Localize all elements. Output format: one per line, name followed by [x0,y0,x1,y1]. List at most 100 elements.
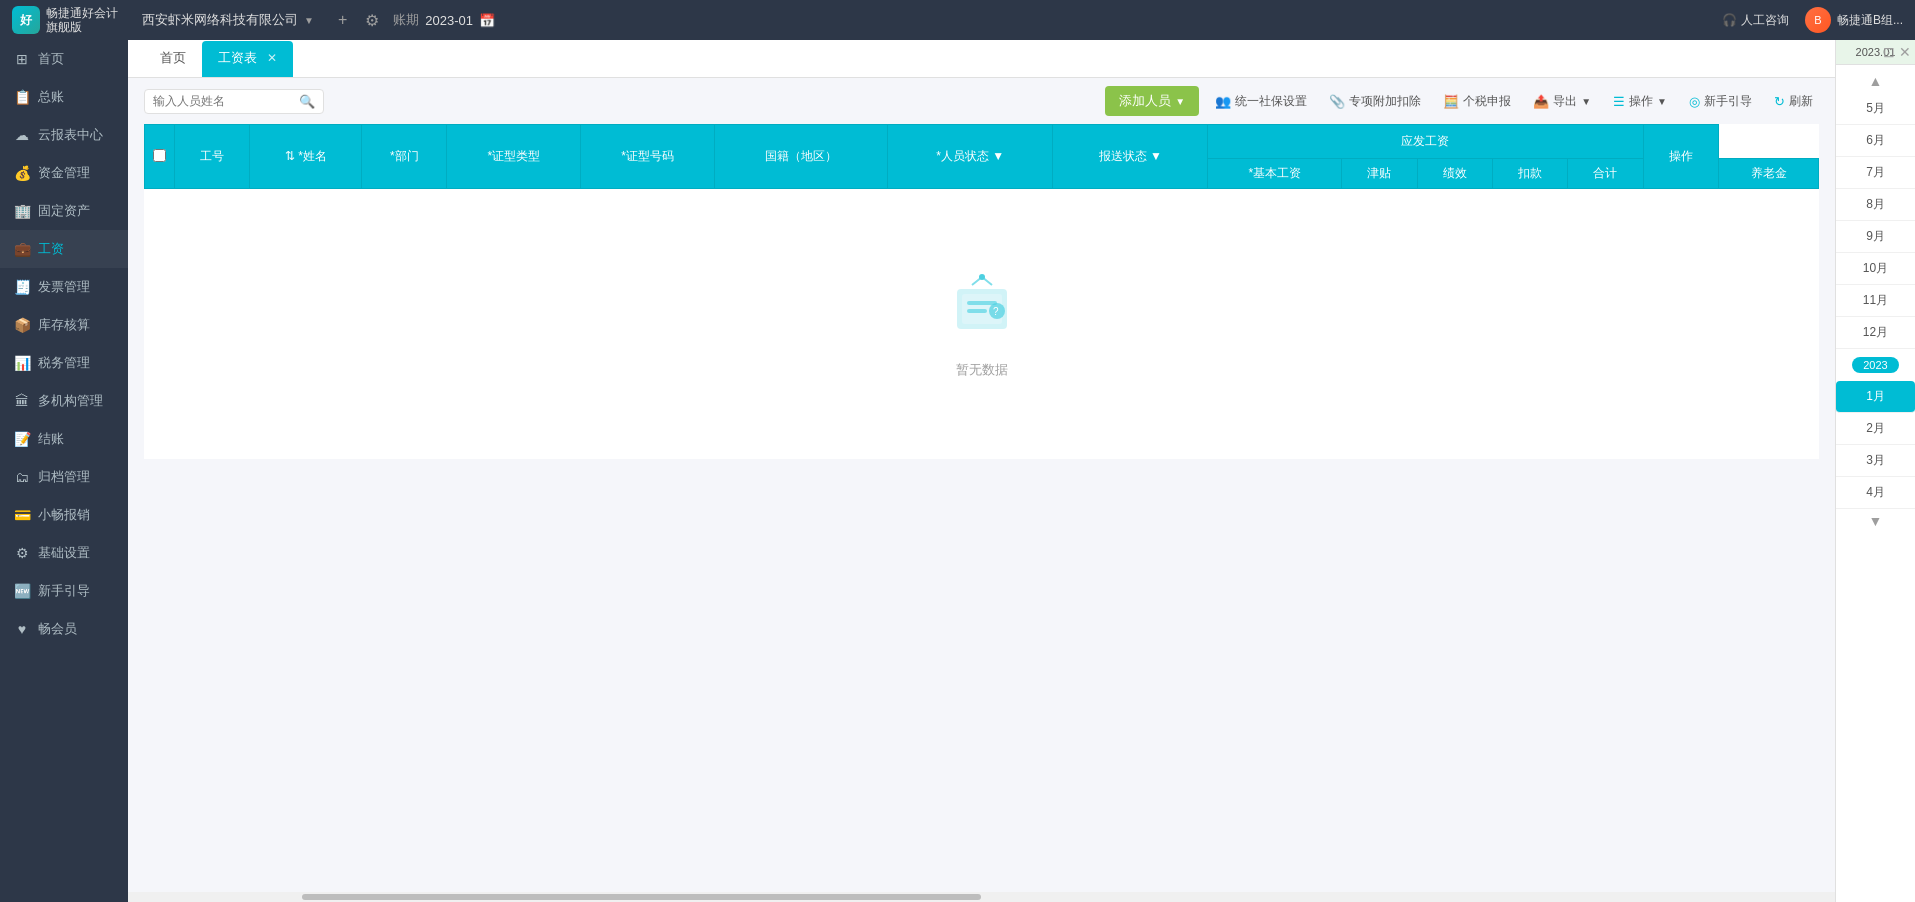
refresh-action[interactable]: ↻ 刷新 [1768,89,1819,114]
year-2023-area: 2023 [1836,349,1915,381]
search-box: 🔍 [144,89,324,114]
sidebar-item-multi-org[interactable]: 🏛多机构管理 [0,382,128,420]
scroll-up-button[interactable]: ▲ [1836,69,1915,93]
toolbar: 🔍 添加人员 ▼ 👥 统一社保设置 📎 专项附加扣除 🧮 个税申报 [128,78,1835,124]
header-action: 操作 [1643,125,1718,189]
sidebar-item-inventory[interactable]: 📦库存核算 [0,306,128,344]
month-item-9[interactable]: 9月 [1836,221,1915,253]
add-person-label: 添加人员 [1119,92,1171,110]
main-layout: ⊞首页📋总账☁云报表中心💰资金管理🏢固定资产💼工资🧾发票管理📦库存核算📊税务管理… [0,40,1915,902]
sidebar-item-expense[interactable]: 💳 小畅报销 [0,496,128,534]
sidebar-item-tax[interactable]: 📊税务管理 [0,344,128,382]
header-performance: 绩效 [1417,159,1492,189]
sidebar-label-guide: 新手引导 [38,582,90,600]
month-item-2023-1[interactable]: 1月 [1836,381,1915,413]
header-checkbox-cell[interactable] [145,125,175,189]
sidebar-item-settings[interactable]: ⚙基础设置 [0,534,128,572]
tab-home[interactable]: 首页 [144,41,202,77]
logo-area: 好 畅捷通好会计 旗舰版 [12,6,132,35]
sidebar-label-funds: 资金管理 [38,164,90,182]
operations-label: 操作 [1629,93,1653,110]
scrollbar-thumb[interactable] [302,894,982,900]
month-item-12[interactable]: 12月 [1836,317,1915,349]
header-deductions: 扣款 [1492,159,1567,189]
nav-icon-settings: ⚙ [14,545,30,561]
personal-tax-icon: 🧮 [1443,94,1459,109]
report-filter-icon[interactable]: ▼ [1150,149,1162,163]
sidebar-label-archive: 归档管理 [38,468,90,486]
horizontal-scrollbar[interactable] [128,892,1835,902]
support-label: 人工咨询 [1741,12,1789,29]
header-dept: *部门 [362,125,447,189]
sidebar-item-guide[interactable]: 🆕新手引导 [0,572,128,610]
month-item-2023-2[interactable]: 2月 [1836,413,1915,445]
tab-close-icon[interactable]: ✕ [267,51,277,65]
operations-action[interactable]: ☰ 操作 ▼ [1607,89,1673,114]
settings-button[interactable]: ⚙ [361,9,383,32]
sidebar: ⊞首页📋总账☁云报表中心💰资金管理🏢固定资产💼工资🧾发票管理📦库存核算📊税务管理… [0,40,128,902]
month-item-11[interactable]: 11月 [1836,285,1915,317]
month-item-6[interactable]: 6月 [1836,125,1915,157]
search-icon[interactable]: 🔍 [299,94,315,109]
month-item-10[interactable]: 10月 [1836,253,1915,285]
sidebar-item-invoice[interactable]: 🧾发票管理 [0,268,128,306]
month-item-5[interactable]: 5月 [1836,93,1915,125]
sidebar-item-member[interactable]: ♥ 畅会员 [0,610,128,648]
right-panel-close-button[interactable]: ✕ [1899,44,1911,60]
status-filter-icon[interactable]: ▼ [992,149,1004,163]
sidebar-item-ledger[interactable]: 📋总账 [0,78,128,116]
scroll-down-button[interactable]: ▼ [1836,509,1915,533]
toolbar-right: 添加人员 ▼ 👥 统一社保设置 📎 专项附加扣除 🧮 个税申报 📤 [1105,86,1819,116]
header-pension: 养老金 [1719,159,1819,189]
add-company-button[interactable]: + [334,9,351,31]
operations-chevron-icon: ▼ [1657,96,1667,107]
header-id-type: *证型类型 [447,125,581,189]
sidebar-item-salary[interactable]: 💼工资 [0,230,128,268]
support-button[interactable]: 🎧 人工咨询 [1722,12,1789,29]
user-avatar: B [1805,7,1831,33]
month-item-2023-4[interactable]: 4月 [1836,477,1915,509]
sidebar-item-assets[interactable]: 🏢固定资产 [0,192,128,230]
special-deduct-action[interactable]: 📎 专项附加扣除 [1323,89,1427,114]
nav-icon-invoice: 🧾 [14,279,30,295]
month-item-7[interactable]: 7月 [1836,157,1915,189]
user-name: 畅捷通B组... [1837,12,1903,29]
month-item-8[interactable]: 8月 [1836,189,1915,221]
right-panel-expand-button[interactable]: ⊡ [1883,44,1895,60]
sidebar-label-reports: 云报表中心 [38,126,103,144]
social-security-action[interactable]: 👥 统一社保设置 [1209,89,1313,114]
search-input[interactable] [153,94,293,108]
export-action[interactable]: 📤 导出 ▼ [1527,89,1597,114]
empty-text: 暂无数据 [956,361,1008,379]
add-person-button[interactable]: 添加人员 ▼ [1105,86,1199,116]
user-area[interactable]: B 畅捷通B组... [1805,7,1903,33]
top-header: 好 畅捷通好会计 旗舰版 西安虾米网络科技有限公司 ▼ + ⚙ 账期 2023-… [0,0,1915,40]
tab-salary[interactable]: 工资表 ✕ [202,41,293,77]
table-container: 工号 ⇅ *姓名 *部门 *证型类型 *证型号码 国籍（地区） *人员状态 ▼ … [128,124,1835,892]
nav-icon-member: ♥ [14,621,30,637]
sidebar-item-archive[interactable]: 🗂 归档管理 [0,458,128,496]
sidebar-label-expense: 小畅报销 [38,506,90,524]
sidebar-label-home: 首页 [38,50,64,68]
sidebar-label-member: 畅会员 [38,620,77,638]
nav-icon-expense: 💳 [14,507,30,523]
sidebar-item-home[interactable]: ⊞首页 [0,40,128,78]
sidebar-item-close[interactable]: 📝结账 [0,420,128,458]
sidebar-label-inventory: 库存核算 [38,316,90,334]
nav-icon-salary: 💼 [14,241,30,257]
header-status: *人员状态 ▼ [888,125,1053,189]
sidebar-item-reports[interactable]: ☁云报表中心 [0,116,128,154]
nav-icon-archive: 🗂 [14,469,30,485]
export-icon: 📤 [1533,94,1549,109]
select-all-checkbox[interactable] [153,149,166,162]
headset-icon: 🎧 [1722,13,1737,27]
sidebar-label-ledger: 总账 [38,88,64,106]
personal-tax-label: 个税申报 [1463,93,1511,110]
sidebar-item-funds[interactable]: 💰资金管理 [0,154,128,192]
guide-action[interactable]: ◎ 新手引导 [1683,89,1758,114]
company-selector[interactable]: 西安虾米网络科技有限公司 ▼ [142,11,314,29]
month-item-2023-3[interactable]: 3月 [1836,445,1915,477]
calendar-icon[interactable]: 📅 [479,13,495,28]
social-security-icon: 👥 [1215,94,1231,109]
personal-tax-action[interactable]: 🧮 个税申报 [1437,89,1517,114]
